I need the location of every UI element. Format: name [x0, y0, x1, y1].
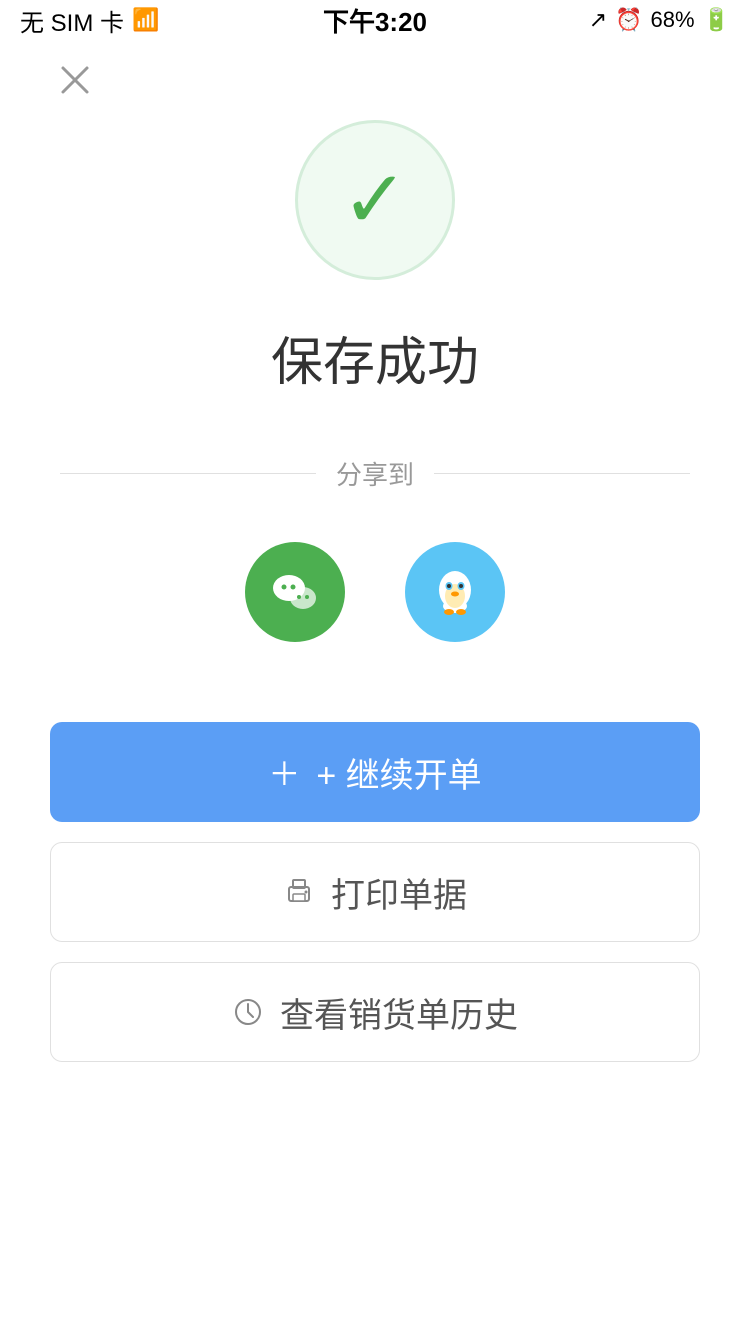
location-icon: ↗ — [589, 7, 607, 33]
print-button[interactable]: 打印单据 — [50, 842, 700, 942]
print-icon — [283, 876, 315, 908]
actions-section: ＋ + 继续开单 打印单据 查看销货单历 — [0, 722, 750, 1062]
history-label: 查看销货单历史 — [280, 988, 518, 1037]
success-title: 保存成功 — [271, 320, 479, 395]
history-icon — [232, 996, 264, 1028]
plus-icon: ＋ — [268, 749, 300, 795]
share-icons-row — [245, 542, 505, 642]
status-time: 下午3:20 — [323, 2, 427, 39]
battery-icon: 🔋 — [703, 7, 730, 33]
status-left: 无 SIM 卡 📶 — [20, 3, 159, 38]
no-sim-label: 无 SIM 卡 — [20, 3, 124, 38]
main-content: ✓ 保存成功 分享到 — [0, 40, 750, 1062]
share-label: 分享到 — [316, 455, 434, 492]
continue-label: + 继续开单 — [316, 748, 481, 797]
divider-line-right — [434, 473, 690, 474]
battery-label: 68% — [651, 7, 695, 33]
alarm-icon: ⏰ — [615, 7, 642, 33]
wechat-share-button[interactable] — [245, 542, 345, 642]
share-divider: 分享到 — [0, 455, 750, 492]
close-button[interactable] — [50, 55, 100, 105]
status-right: ↗ ⏰ 68% 🔋 — [589, 7, 730, 33]
continue-button[interactable]: ＋ + 继续开单 — [50, 722, 700, 822]
wifi-icon: 📶 — [132, 7, 159, 33]
success-icon-circle: ✓ — [295, 120, 455, 280]
print-label: 打印单据 — [331, 868, 467, 917]
status-bar: 无 SIM 卡 📶 下午3:20 ↗ ⏰ 68% 🔋 — [0, 0, 750, 40]
history-button[interactable]: 查看销货单历史 — [50, 962, 700, 1062]
divider-line-left — [60, 473, 316, 474]
qq-share-button[interactable] — [405, 542, 505, 642]
checkmark-icon: ✓ — [341, 160, 408, 240]
